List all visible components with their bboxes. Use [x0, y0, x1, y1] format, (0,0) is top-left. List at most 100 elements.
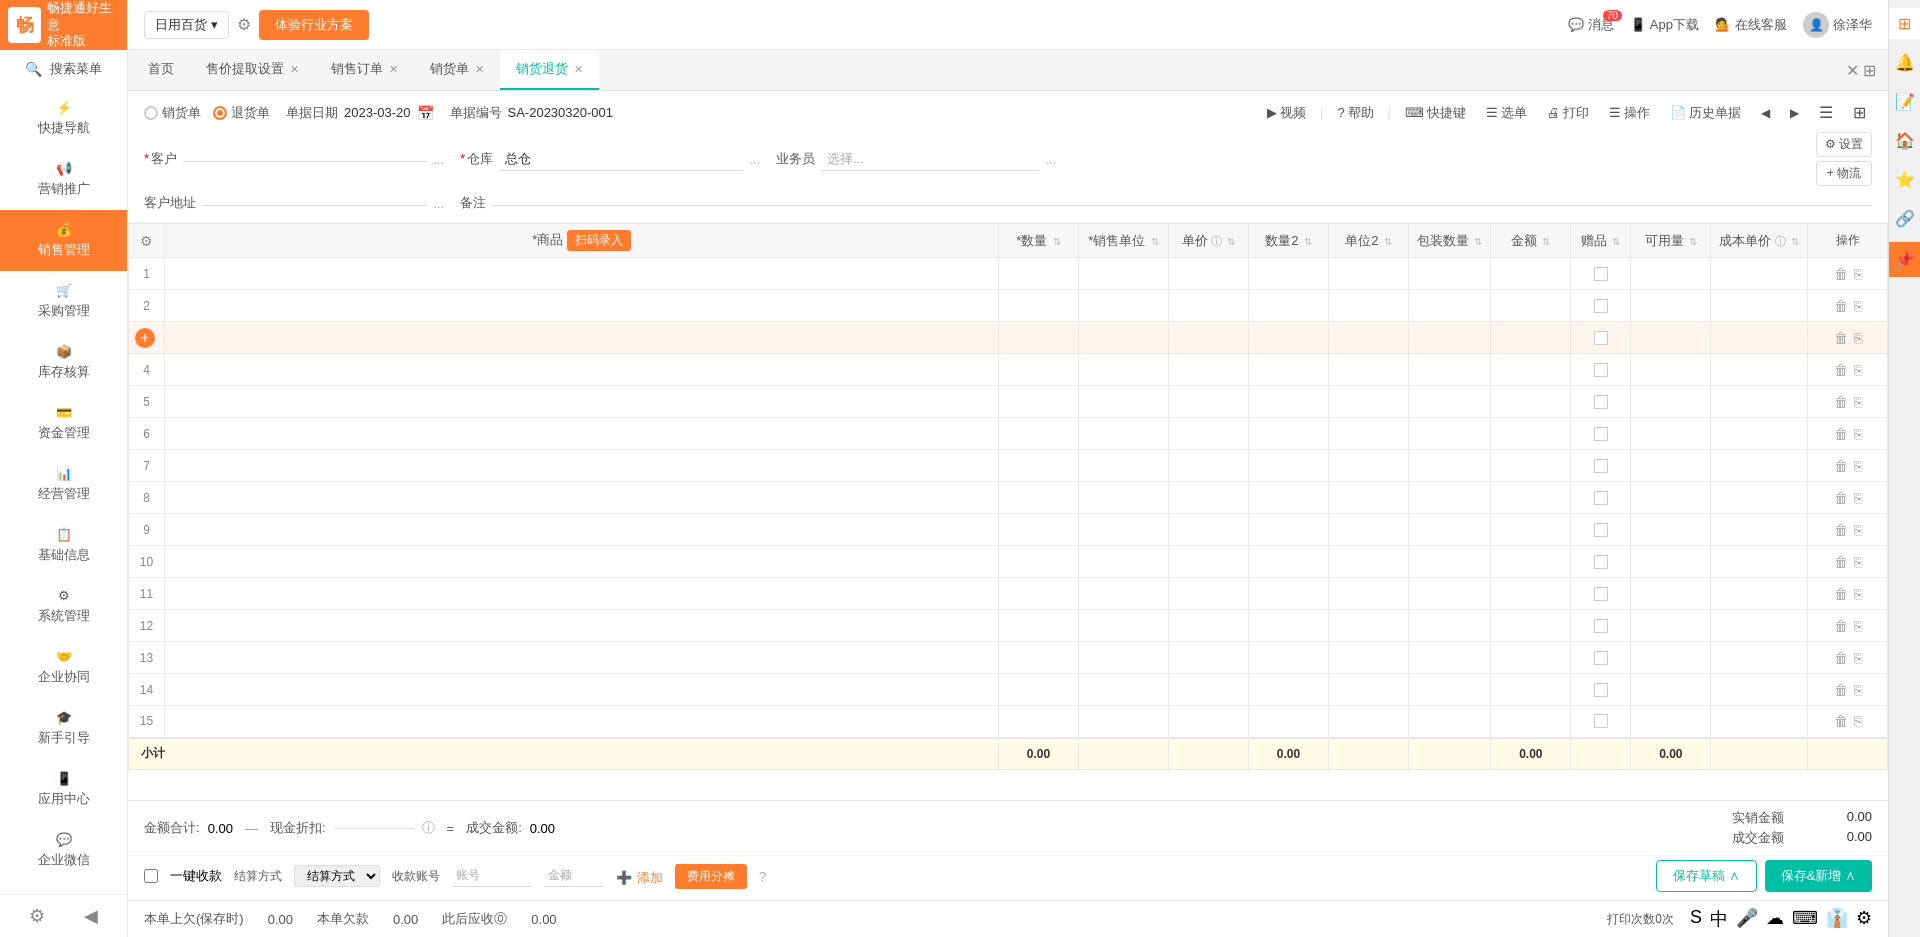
row-qty-10[interactable]: [998, 546, 1078, 578]
sidebar-item-cooperation[interactable]: 🤝 企业协同: [0, 637, 127, 698]
copy-icon-12[interactable]: ⎘: [1854, 618, 1862, 634]
discount-input[interactable]: [334, 828, 414, 829]
settings-input-icon[interactable]: ⚙: [1856, 907, 1872, 931]
row-gift-10[interactable]: [1571, 546, 1631, 578]
sidebar-item-finance[interactable]: 💳 资金管理: [0, 393, 127, 454]
message-item[interactable]: 💬 消息 70: [1568, 16, 1614, 34]
row-unit2-6[interactable]: [1328, 418, 1408, 450]
row-available-15[interactable]: [1631, 706, 1711, 738]
delete-icon-7[interactable]: 🗑: [1834, 458, 1848, 474]
sougou-icon[interactable]: S: [1690, 907, 1702, 931]
tab-close-sales[interactable]: ✕: [475, 63, 484, 76]
row-ctrl-3[interactable]: +: [129, 322, 165, 354]
row-qty2-9[interactable]: [1248, 514, 1328, 546]
gift-checkbox-7[interactable]: [1594, 459, 1608, 473]
row-qty-15[interactable]: [998, 706, 1078, 738]
row-product-7[interactable]: [165, 450, 999, 482]
row-available-12[interactable]: [1631, 610, 1711, 642]
copy-icon-8[interactable]: ⎘: [1854, 490, 1862, 506]
row-ctrl-4[interactable]: 4: [129, 354, 165, 386]
unit2-sort-icon[interactable]: ⇅: [1384, 236, 1392, 247]
rs-table-icon[interactable]: ⊞: [1889, 8, 1920, 39]
row-pkg-7[interactable]: [1408, 450, 1490, 482]
row-qty-2[interactable]: [998, 290, 1078, 322]
row-product-6[interactable]: [165, 418, 999, 450]
delete-icon-8[interactable]: 🗑: [1834, 490, 1848, 506]
row-amount-7[interactable]: [1491, 450, 1571, 482]
row-unit2-2[interactable]: [1328, 290, 1408, 322]
row-unit-15[interactable]: [1078, 706, 1168, 738]
row-qty2-14[interactable]: [1248, 674, 1328, 706]
keyboard-bottom-icon[interactable]: ⌨: [1792, 907, 1818, 931]
row-product-1[interactable]: [165, 258, 999, 290]
row-gift-12[interactable]: [1571, 610, 1631, 642]
row-unit-6[interactable]: [1078, 418, 1168, 450]
row-gift-11[interactable]: [1571, 578, 1631, 610]
remark-input[interactable]: [492, 201, 1872, 206]
delete-icon-4[interactable]: 🗑: [1834, 362, 1848, 378]
row-available-1[interactable]: [1631, 258, 1711, 290]
row-price-10[interactable]: [1168, 546, 1248, 578]
row-qty2-6[interactable]: [1248, 418, 1328, 450]
online-service-item[interactable]: 💁 在线客服: [1715, 16, 1787, 34]
maximize-icon[interactable]: ⊞: [1863, 61, 1876, 80]
row-price-1[interactable]: [1168, 258, 1248, 290]
row-amount-4[interactable]: [1491, 354, 1571, 386]
settings-toolbar-btn[interactable]: ⚙ 设置: [1816, 132, 1872, 157]
row-cost-4[interactable]: [1711, 354, 1808, 386]
row-qty2-7[interactable]: [1248, 450, 1328, 482]
trial-button[interactable]: 体验行业方案: [259, 10, 369, 40]
row-unit2-4[interactable]: [1328, 354, 1408, 386]
row-unit-11[interactable]: [1078, 578, 1168, 610]
sidebar-item-shortcut[interactable]: ⚡ 快捷导航: [0, 88, 127, 149]
row-available-13[interactable]: [1631, 642, 1711, 674]
row-gift-13[interactable]: [1571, 642, 1631, 674]
sidebar-item-sales[interactable]: 💰 销售管理: [0, 210, 127, 271]
row-qty2-4[interactable]: [1248, 354, 1328, 386]
rs-notify-icon[interactable]: 🔔: [1895, 47, 1915, 78]
row-cost-15[interactable]: [1711, 706, 1808, 738]
row-gift-8[interactable]: [1571, 482, 1631, 514]
tab-price-setup[interactable]: 售价提取设置 ✕: [190, 50, 315, 90]
row-available-4[interactable]: [1631, 354, 1711, 386]
row-price-5[interactable]: [1168, 386, 1248, 418]
row-pkg-9[interactable]: [1408, 514, 1490, 546]
row-available-9[interactable]: [1631, 514, 1711, 546]
copy-icon-15[interactable]: ⎘: [1854, 713, 1862, 729]
rs-star-icon[interactable]: ⭐: [1895, 164, 1915, 195]
row-ctrl-1[interactable]: 1: [129, 258, 165, 290]
row-available-7[interactable]: [1631, 450, 1711, 482]
row-unit2-7[interactable]: [1328, 450, 1408, 482]
row-pkg-10[interactable]: [1408, 546, 1490, 578]
row-product-8[interactable]: [165, 482, 999, 514]
avail-sort-icon[interactable]: ⇅: [1689, 236, 1697, 247]
row-pkg-6[interactable]: [1408, 418, 1490, 450]
rs-link-icon[interactable]: 🔗: [1895, 203, 1915, 234]
row-unit-14[interactable]: [1078, 674, 1168, 706]
app-download-item[interactable]: 📱 App下载: [1630, 16, 1699, 34]
row-unit2-12[interactable]: [1328, 610, 1408, 642]
copy-icon-3[interactable]: ⎘: [1854, 330, 1862, 346]
row-available-2[interactable]: [1631, 290, 1711, 322]
calendar-icon[interactable]: 📅: [417, 105, 434, 121]
row-qty-9[interactable]: [998, 514, 1078, 546]
row-ctrl-14[interactable]: 14: [129, 674, 165, 706]
row-product-3[interactable]: [165, 322, 999, 354]
gift-checkbox-8[interactable]: [1594, 491, 1608, 505]
row-ctrl-9[interactable]: 9: [129, 514, 165, 546]
row-qty-14[interactable]: [998, 674, 1078, 706]
copy-icon-6[interactable]: ⎘: [1854, 426, 1862, 442]
shortcut-btn[interactable]: ⌨ 快捷键: [1399, 102, 1472, 124]
row-cost-6[interactable]: [1711, 418, 1808, 450]
row-qty2-12[interactable]: [1248, 610, 1328, 642]
row-unit-9[interactable]: [1078, 514, 1168, 546]
operate-btn[interactable]: ☰ 操作: [1603, 102, 1656, 124]
gift-checkbox-11[interactable]: [1594, 587, 1608, 601]
row-qty-1[interactable]: [998, 258, 1078, 290]
account-input[interactable]: 账号: [452, 865, 532, 887]
copy-icon-2[interactable]: ⎘: [1854, 298, 1862, 314]
row-amount-11[interactable]: [1491, 578, 1571, 610]
row-pkg-12[interactable]: [1408, 610, 1490, 642]
row-qty2-13[interactable]: [1248, 642, 1328, 674]
tab-home[interactable]: 首页: [132, 50, 190, 90]
